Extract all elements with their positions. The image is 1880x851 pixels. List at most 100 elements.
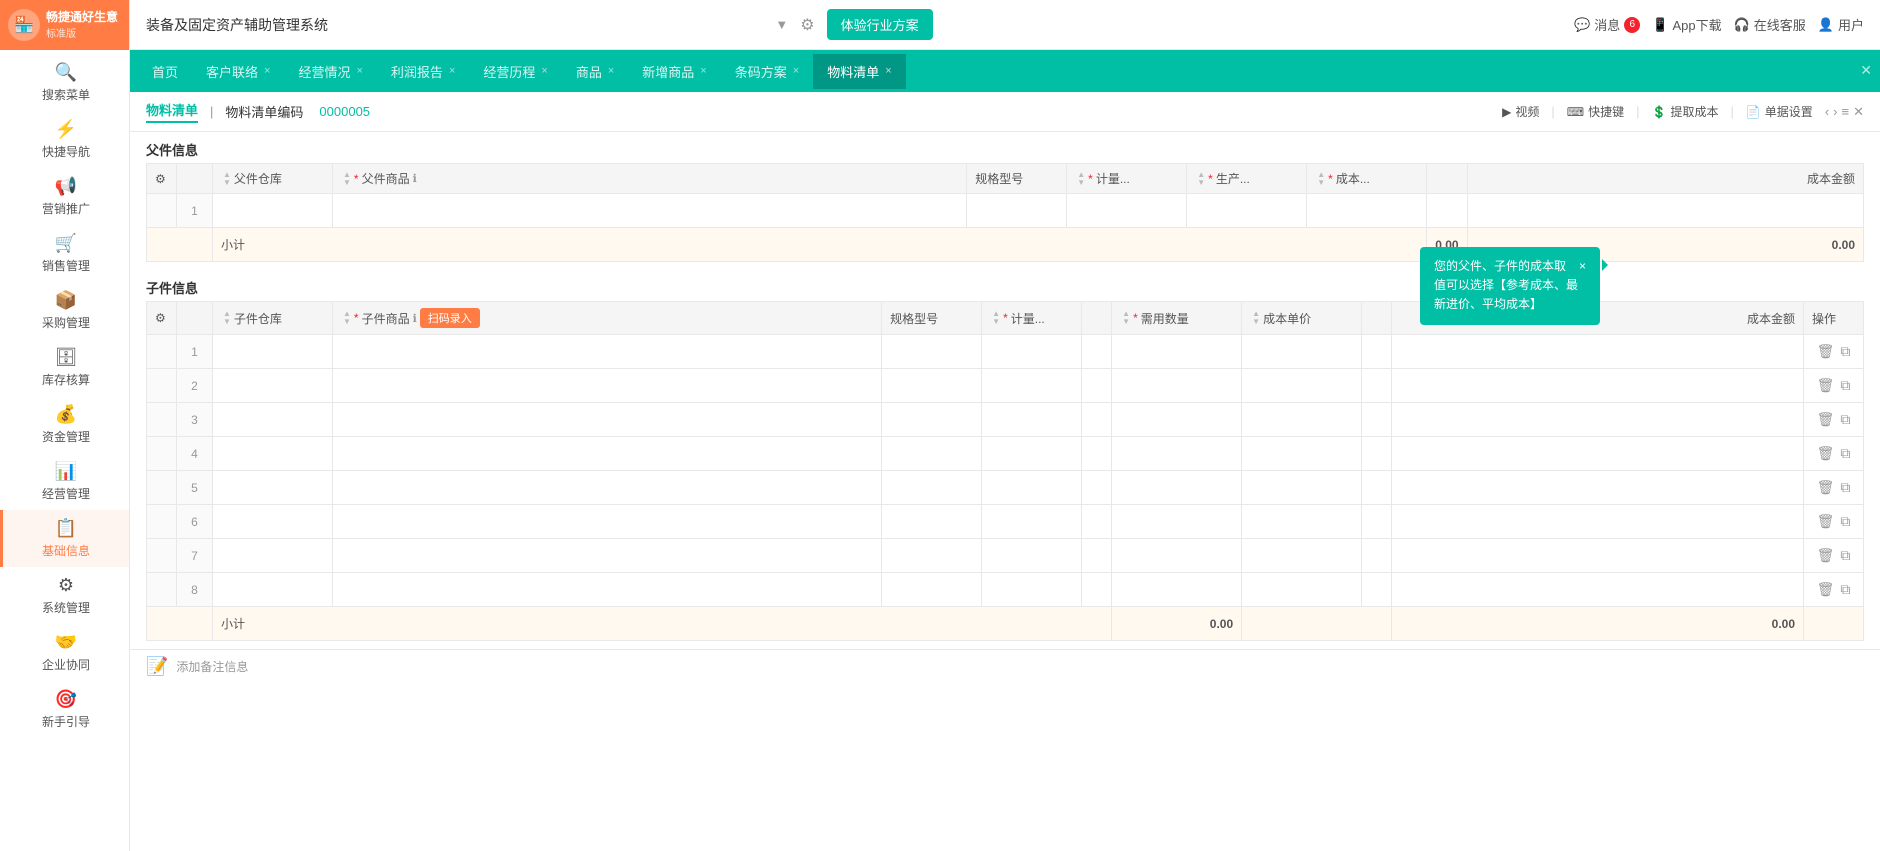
delete-icon[interactable]: 🗑 bbox=[1817, 547, 1835, 564]
tab-bom-close[interactable]: × bbox=[885, 65, 891, 77]
child-qty-cell[interactable] bbox=[1112, 437, 1242, 471]
tab-customer-close[interactable]: × bbox=[264, 65, 270, 77]
tab-profit[interactable]: 利润报告 × bbox=[377, 54, 469, 89]
child-goods-cell[interactable] bbox=[333, 335, 882, 369]
parent-warehouse-cell[interactable] bbox=[213, 194, 333, 228]
child-warehouse-cell[interactable] bbox=[213, 471, 333, 505]
child-spec-cell[interactable] bbox=[882, 471, 982, 505]
copy-icon[interactable]: ⧉ bbox=[1840, 343, 1850, 360]
child-qty-cell[interactable] bbox=[1112, 369, 1242, 403]
child-goods-cell[interactable] bbox=[333, 369, 882, 403]
page-tab-bom[interactable]: 物料清单 bbox=[146, 100, 198, 123]
sidebar-item-guide[interactable]: 🎯 新手引导 bbox=[0, 681, 129, 738]
parent-qty-cell[interactable] bbox=[1067, 194, 1187, 228]
child-unit-cost-cell[interactable] bbox=[1242, 505, 1362, 539]
parent-prod-cell[interactable] bbox=[1187, 194, 1307, 228]
copy-icon[interactable]: ⧉ bbox=[1840, 547, 1850, 564]
settings-icon[interactable]: ⚙ bbox=[800, 15, 814, 35]
sidebar-item-search[interactable]: 🔍 搜索菜单 bbox=[0, 54, 129, 111]
tab-new-goods-close[interactable]: × bbox=[700, 65, 706, 77]
copy-icon[interactable]: ⧉ bbox=[1840, 411, 1850, 428]
user-action[interactable]: 👤 用户 bbox=[1818, 15, 1864, 34]
child-unit-cost-cell[interactable] bbox=[1242, 471, 1362, 505]
tab-operations[interactable]: 经营情况 × bbox=[284, 54, 376, 89]
child-spec-cell[interactable] bbox=[882, 539, 982, 573]
child-unit-cell[interactable] bbox=[982, 403, 1082, 437]
child-warehouse-cell[interactable] bbox=[213, 369, 333, 403]
child-goods-cell[interactable] bbox=[333, 437, 882, 471]
child-unit-cell[interactable] bbox=[982, 539, 1082, 573]
child-goods-cell[interactable] bbox=[333, 505, 882, 539]
try-btn[interactable]: 体验行业方案 bbox=[827, 9, 933, 40]
child-goods-cell[interactable] bbox=[333, 471, 882, 505]
delete-icon[interactable]: 🗑 bbox=[1817, 343, 1835, 360]
child-unit-cost-cell[interactable] bbox=[1242, 437, 1362, 471]
delete-icon[interactable]: 🗑 bbox=[1817, 411, 1835, 428]
delete-icon[interactable]: 🗑 bbox=[1817, 445, 1835, 462]
child-spec-cell[interactable] bbox=[882, 335, 982, 369]
nav-prev-icon[interactable]: ‹ bbox=[1825, 104, 1829, 119]
child-unit-cost-cell[interactable] bbox=[1242, 369, 1362, 403]
delete-icon[interactable]: 🗑 bbox=[1817, 377, 1835, 394]
tab-history-close[interactable]: × bbox=[541, 65, 547, 77]
scan-btn[interactable]: 扫码录入 bbox=[420, 308, 480, 328]
child-qty-cell[interactable] bbox=[1112, 573, 1242, 607]
copy-icon[interactable]: ⧉ bbox=[1840, 513, 1850, 530]
child-spec-cell[interactable] bbox=[882, 505, 982, 539]
tab-new-goods[interactable]: 新增商品 × bbox=[628, 54, 720, 89]
close-all-btn[interactable]: ✕ bbox=[1860, 62, 1872, 79]
child-warehouse-cell[interactable] bbox=[213, 573, 333, 607]
child-unit-cell[interactable] bbox=[982, 369, 1082, 403]
tab-goods[interactable]: 商品 × bbox=[562, 54, 628, 89]
child-spec-cell[interactable] bbox=[882, 437, 982, 471]
tab-barcode[interactable]: 条码方案 × bbox=[721, 54, 813, 89]
delete-icon[interactable]: 🗑 bbox=[1817, 581, 1835, 598]
child-unit-cell[interactable] bbox=[982, 573, 1082, 607]
child-qty-cell[interactable] bbox=[1112, 403, 1242, 437]
tab-operations-close[interactable]: × bbox=[356, 65, 362, 77]
nav-list-icon[interactable]: ≡ bbox=[1842, 104, 1850, 119]
child-unit-cost-cell[interactable] bbox=[1242, 403, 1362, 437]
child-col-setting[interactable]: ⚙ bbox=[147, 302, 177, 335]
child-goods-cell[interactable] bbox=[333, 539, 882, 573]
sidebar-item-system[interactable]: ⚙ 系统管理 bbox=[0, 567, 129, 624]
child-qty-cell[interactable] bbox=[1112, 471, 1242, 505]
sidebar-item-finance[interactable]: 💰 资金管理 bbox=[0, 396, 129, 453]
tab-bom[interactable]: 物料清单 × bbox=[813, 54, 905, 89]
child-warehouse-cell[interactable] bbox=[213, 505, 333, 539]
parent-spec-cell[interactable] bbox=[967, 194, 1067, 228]
child-unit-cell[interactable] bbox=[982, 505, 1082, 539]
sidebar-item-cooperation[interactable]: 🤝 企业协同 bbox=[0, 624, 129, 681]
sidebar-item-inventory[interactable]: 🗄 库存核算 bbox=[0, 339, 129, 396]
msg-action[interactable]: 💬 消息 6 bbox=[1574, 15, 1640, 34]
sidebar-item-purchase[interactable]: 📦 采购管理 bbox=[0, 282, 129, 339]
child-warehouse-cell[interactable] bbox=[213, 403, 333, 437]
toolbar-video[interactable]: ▶ 视频 bbox=[1502, 103, 1539, 120]
sidebar-item-marketing[interactable]: 📢 营销推广 bbox=[0, 168, 129, 225]
tab-customer[interactable]: 客户联络 × bbox=[192, 54, 284, 89]
child-goods-cell[interactable] bbox=[333, 573, 882, 607]
child-spec-cell[interactable] bbox=[882, 573, 982, 607]
nav-next-icon[interactable]: › bbox=[1833, 104, 1837, 119]
child-unit-cell[interactable] bbox=[982, 437, 1082, 471]
copy-icon[interactable]: ⧉ bbox=[1840, 377, 1850, 394]
tab-home[interactable]: 首页 bbox=[138, 54, 192, 89]
delete-icon[interactable]: 🗑 bbox=[1817, 513, 1835, 530]
sidebar-item-basic-info[interactable]: 📋 基础信息 bbox=[0, 510, 129, 567]
child-unit-cell[interactable] bbox=[982, 335, 1082, 369]
sidebar-item-quick-nav[interactable]: ⚡ 快捷导航 bbox=[0, 111, 129, 168]
close-page-btn[interactable]: ✕ bbox=[1853, 104, 1864, 120]
toolbar-shortcut[interactable]: ⌨ 快捷键 bbox=[1567, 103, 1624, 120]
child-warehouse-cell[interactable] bbox=[213, 437, 333, 471]
parent-cost-cell[interactable] bbox=[1307, 194, 1427, 228]
child-unit-cost-cell[interactable] bbox=[1242, 335, 1362, 369]
dropdown-icon[interactable]: ▼ bbox=[775, 17, 788, 32]
app-download-action[interactable]: 📱 App下载 bbox=[1652, 15, 1721, 34]
child-warehouse-cell[interactable] bbox=[213, 539, 333, 573]
child-qty-cell[interactable] bbox=[1112, 335, 1242, 369]
child-qty-cell[interactable] bbox=[1112, 539, 1242, 573]
copy-icon[interactable]: ⧉ bbox=[1840, 445, 1850, 462]
tab-profit-close[interactable]: × bbox=[449, 65, 455, 77]
child-spec-cell[interactable] bbox=[882, 369, 982, 403]
toolbar-single-settings[interactable]: 📄 单据设置 bbox=[1746, 103, 1813, 120]
